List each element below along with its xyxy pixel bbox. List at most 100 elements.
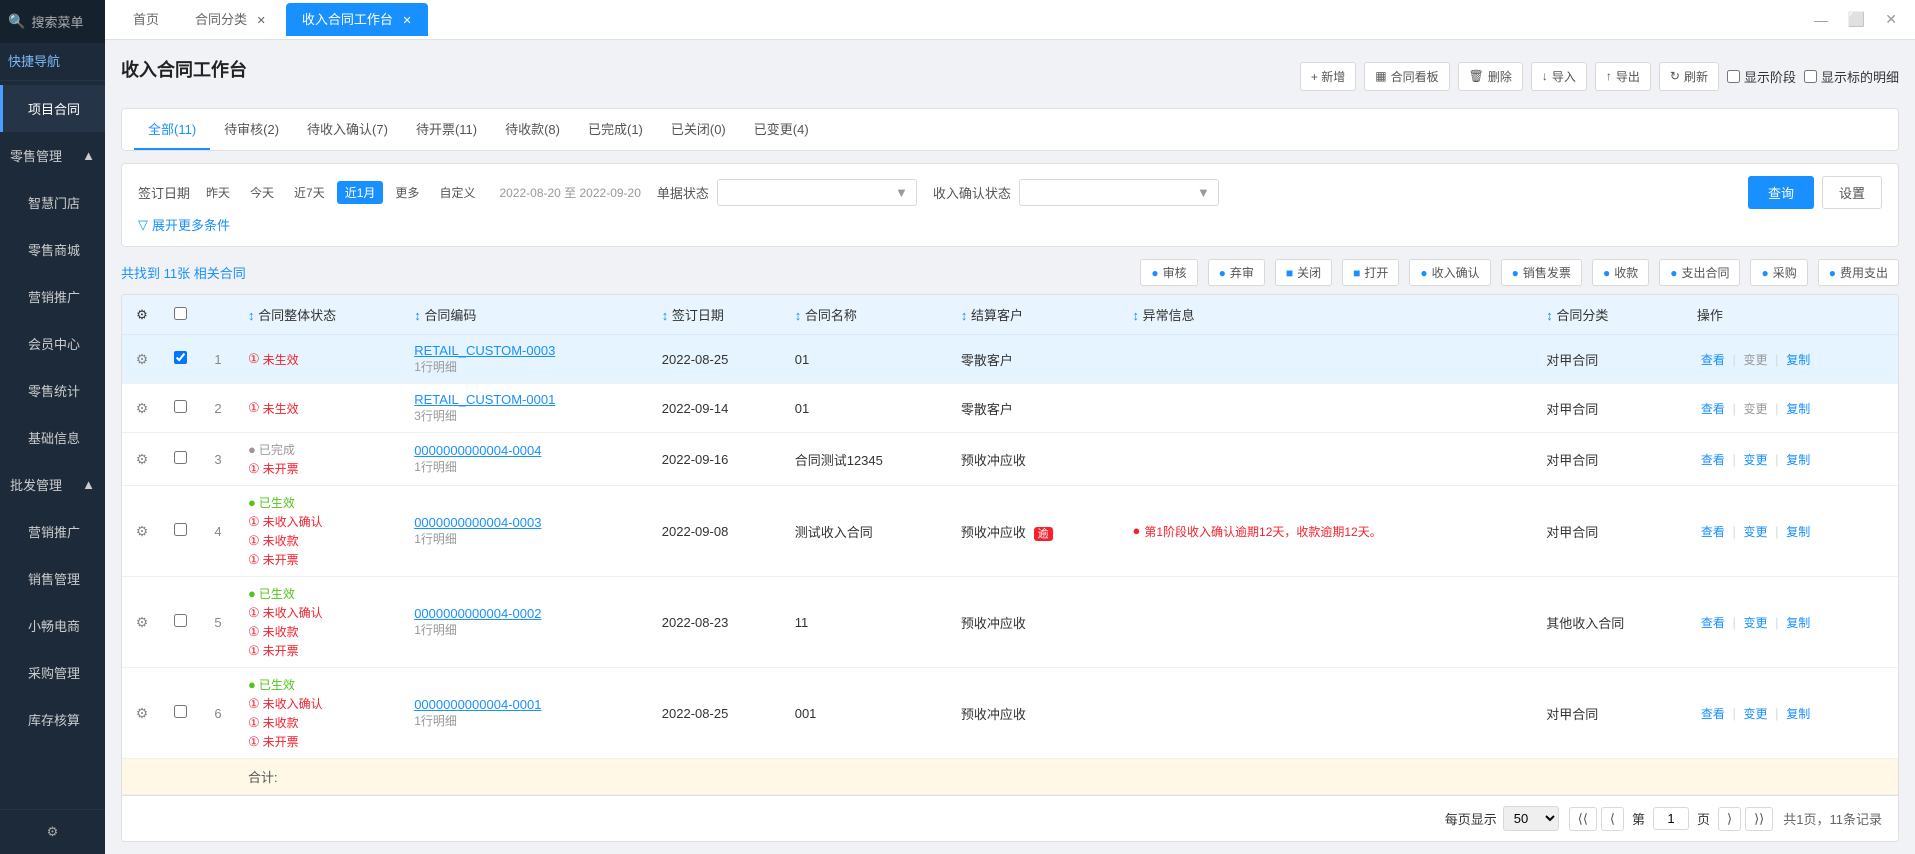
view-btn-6[interactable]: 查看 xyxy=(1697,707,1729,721)
sidebar-item-marketing2[interactable]: 营销推广 xyxy=(0,508,105,555)
show-stages-toggle[interactable]: 显示阶段 xyxy=(1727,67,1796,86)
new-button[interactable]: + 新增 xyxy=(1300,62,1356,91)
sidebar-item-project[interactable]: 项目合同 xyxy=(0,85,105,132)
contract-link-3[interactable]: 0000000000004-0004 xyxy=(414,443,541,458)
sidebar-item-member[interactable]: 会员中心 xyxy=(0,320,105,367)
tab-income-workbench[interactable]: 收入合同工作台 ✕ xyxy=(286,3,428,36)
action-close-btn[interactable]: ■ 关闭 xyxy=(1275,259,1332,286)
date-shortcut-month[interactable]: 近1月 xyxy=(337,181,384,204)
action-sales-invoice-btn[interactable]: ● 销售发票 xyxy=(1501,259,1582,286)
view-btn-2[interactable]: 查看 xyxy=(1697,402,1729,416)
row-gear-1[interactable]: ⚙ xyxy=(122,335,162,384)
view-btn-1[interactable]: 查看 xyxy=(1697,353,1729,367)
tab-home[interactable]: 首页 xyxy=(117,1,175,38)
row-checkbox-4[interactable] xyxy=(162,486,198,577)
show-detail-toggle[interactable]: 显示标的明细 xyxy=(1804,67,1899,86)
export-button[interactable]: ↑ 导出 xyxy=(1595,62,1651,91)
filter-tab-pending-invoice[interactable]: 待开票(11) xyxy=(402,109,491,150)
window-maximize-btn[interactable]: ⬜ xyxy=(1842,9,1871,30)
tab-close-contract-category[interactable]: ✕ xyxy=(257,15,266,27)
expand-conditions-btn[interactable]: ▽ 展开更多条件 xyxy=(138,215,1882,234)
row-gear-6[interactable]: ⚙ xyxy=(122,668,162,759)
page-number-input[interactable] xyxy=(1653,807,1689,830)
first-page-btn[interactable]: ⟨⟨ xyxy=(1569,807,1597,831)
date-shortcut-week[interactable]: 近7天 xyxy=(286,181,333,204)
row-checkbox-5[interactable] xyxy=(162,577,198,668)
sidebar-item-retail-commerce[interactable]: 零售商城 xyxy=(0,226,105,273)
search-settings-button[interactable]: 设置 xyxy=(1822,176,1882,209)
contract-link-2[interactable]: RETAIL_CUSTOM-0001 xyxy=(414,392,555,407)
row-checkbox-1[interactable] xyxy=(162,335,198,384)
action-payment-btn[interactable]: ● 收款 xyxy=(1592,259,1649,286)
row-gear-4[interactable]: ⚙ xyxy=(122,486,162,577)
copy-btn-5[interactable]: 复制 xyxy=(1782,616,1814,630)
date-shortcut-custom[interactable]: 自定义 xyxy=(431,181,483,204)
date-shortcut-today[interactable]: 今天 xyxy=(242,181,282,204)
sidebar-item-smart-store[interactable]: 智慧门店 xyxy=(0,179,105,226)
doc-status-select[interactable]: ▼ xyxy=(717,179,917,206)
filter-tab-pending-payment[interactable]: 待收款(8) xyxy=(491,109,574,150)
tab-contract-category[interactable]: 合同分类 ✕ xyxy=(179,1,282,38)
filter-tab-completed[interactable]: 已完成(1) xyxy=(574,109,657,150)
sidebar-nav-quick[interactable]: 快捷导航 xyxy=(0,43,105,81)
contract-link-5[interactable]: 0000000000004-0002 xyxy=(414,606,541,621)
view-btn-3[interactable]: 查看 xyxy=(1697,453,1729,467)
filter-tab-closed[interactable]: 已关闭(0) xyxy=(657,109,740,150)
change-btn-3[interactable]: 变更 xyxy=(1740,453,1772,467)
row-gear-5[interactable]: ⚙ xyxy=(122,577,162,668)
filter-tab-pending-review[interactable]: 待审核(2) xyxy=(210,109,293,150)
sidebar-item-ecommerce[interactable]: 小畅电商 xyxy=(0,602,105,649)
copy-btn-6[interactable]: 复制 xyxy=(1782,707,1814,721)
contract-link-1[interactable]: RETAIL_CUSTOM-0003 xyxy=(414,343,555,358)
sidebar-item-purchase[interactable]: 采购管理 xyxy=(0,649,105,696)
window-minimize-btn[interactable]: — xyxy=(1808,10,1834,30)
change-btn-2[interactable]: 变更 xyxy=(1740,402,1772,416)
view-btn-5[interactable]: 查看 xyxy=(1697,616,1729,630)
copy-btn-4[interactable]: 复制 xyxy=(1782,525,1814,539)
row-gear-2[interactable]: ⚙ xyxy=(122,384,162,433)
change-btn-4[interactable]: 变更 xyxy=(1740,525,1772,539)
delete-button[interactable]: 🗑 删除 xyxy=(1458,62,1523,91)
sidebar-item-marketing[interactable]: 营销推广 xyxy=(0,273,105,320)
action-open-btn[interactable]: ■ 打开 xyxy=(1342,259,1399,286)
income-confirm-select[interactable]: ▼ xyxy=(1019,179,1219,206)
sidebar-item-retail-stats[interactable]: 零售统计 xyxy=(0,367,105,414)
action-purchase-btn[interactable]: ● 采购 xyxy=(1750,259,1807,286)
action-expense-output-btn[interactable]: ● 费用支出 xyxy=(1818,259,1899,286)
col-checkbox[interactable] xyxy=(162,295,198,335)
sidebar-search[interactable]: 🔍 搜索菜单 xyxy=(0,0,105,43)
copy-btn-1[interactable]: 复制 xyxy=(1782,353,1814,367)
date-shortcut-yesterday[interactable]: 昨天 xyxy=(198,181,238,204)
row-checkbox-6[interactable] xyxy=(162,668,198,759)
col-gear[interactable]: ⚙ xyxy=(122,295,162,335)
action-abandon-btn[interactable]: ● 弃审 xyxy=(1208,259,1265,286)
action-output-contract-btn[interactable]: ● 支出合同 xyxy=(1659,259,1740,286)
date-shortcut-more[interactable]: 更多 xyxy=(387,181,427,204)
view-btn-4[interactable]: 查看 xyxy=(1697,525,1729,539)
per-page-select[interactable]: 10 20 50 100 xyxy=(1503,806,1559,831)
query-button[interactable]: 查询 xyxy=(1748,176,1814,209)
action-review-btn[interactable]: ● 审核 xyxy=(1140,259,1197,286)
sidebar-item-retail-mgmt[interactable]: 零售管理 ▲ xyxy=(0,132,105,179)
sidebar-item-basic-info[interactable]: 基础信息 xyxy=(0,414,105,461)
refresh-button[interactable]: ↻ 刷新 xyxy=(1659,62,1719,91)
copy-btn-3[interactable]: 复制 xyxy=(1782,453,1814,467)
change-btn-6[interactable]: 变更 xyxy=(1740,707,1772,721)
sidebar-item-wholesale-mgmt[interactable]: 批发管理 ▲ xyxy=(0,461,105,508)
row-gear-3[interactable]: ⚙ xyxy=(122,433,162,486)
prev-page-btn[interactable]: ⟨ xyxy=(1601,807,1624,831)
action-income-confirm-btn[interactable]: ● 收入确认 xyxy=(1409,259,1490,286)
contract-link-4[interactable]: 0000000000004-0003 xyxy=(414,515,541,530)
change-btn-5[interactable]: 变更 xyxy=(1740,616,1772,630)
select-all-checkbox[interactable] xyxy=(174,307,187,320)
row-checkbox-3[interactable] xyxy=(162,433,198,486)
filter-tab-pending-confirm[interactable]: 待收入确认(7) xyxy=(293,109,402,150)
sidebar-settings[interactable]: ⚙ xyxy=(0,809,105,854)
next-page-btn[interactable]: ⟩ xyxy=(1718,807,1741,831)
kanban-button[interactable]: ▦ 合同看板 xyxy=(1364,62,1449,91)
copy-btn-2[interactable]: 复制 xyxy=(1782,402,1814,416)
tab-close-income-workbench[interactable]: ✕ xyxy=(403,15,412,27)
filter-tab-all[interactable]: 全部(11) xyxy=(134,109,210,150)
contract-link-6[interactable]: 0000000000004-0001 xyxy=(414,697,541,712)
last-page-btn[interactable]: ⟩⟩ xyxy=(1745,807,1773,831)
